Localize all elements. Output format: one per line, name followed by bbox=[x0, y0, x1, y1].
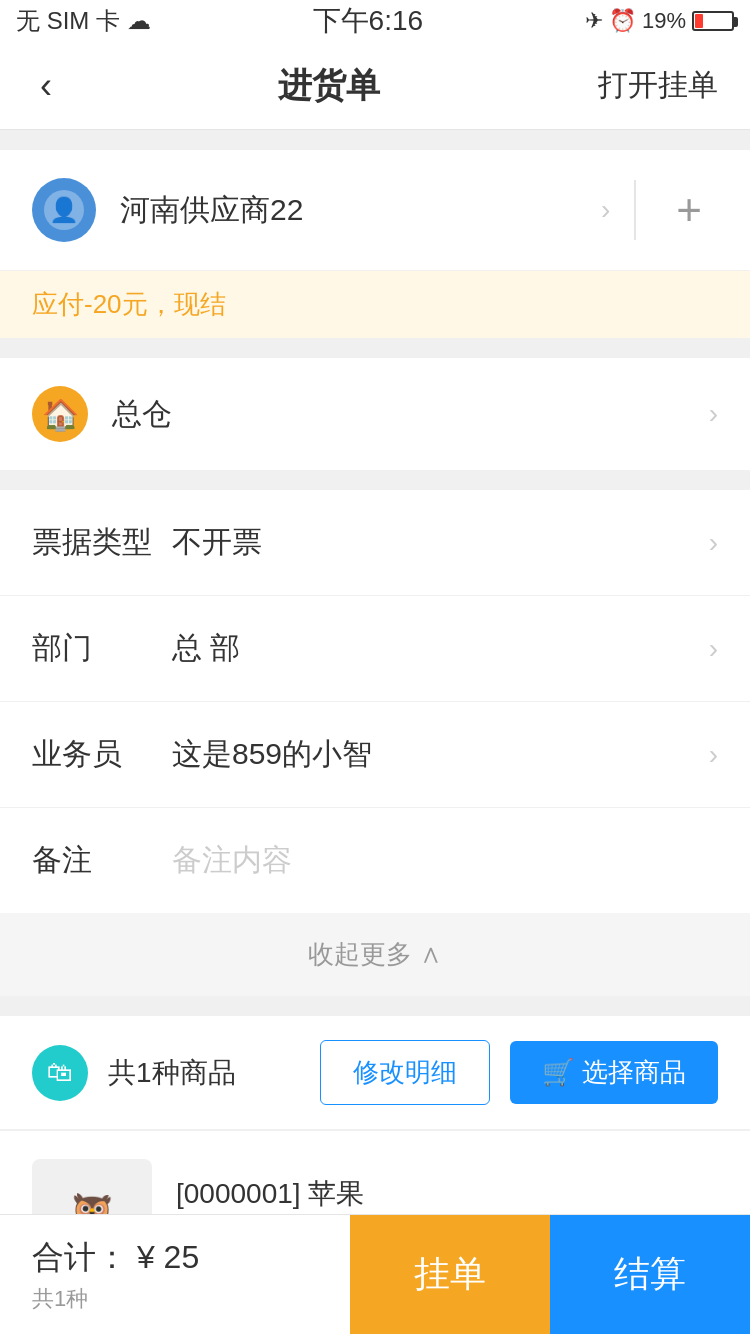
select-product-label: 选择商品 bbox=[582, 1055, 686, 1090]
page-title: 进货单 bbox=[278, 63, 380, 109]
select-product-button[interactable]: 🛒 选择商品 bbox=[510, 1041, 718, 1104]
battery-icon bbox=[692, 11, 734, 31]
product-code: [0000001] bbox=[176, 1178, 308, 1209]
products-icon: 🛍 bbox=[32, 1045, 88, 1101]
remark-row[interactable]: 备注 备注内容 bbox=[0, 808, 750, 913]
hang-button[interactable]: 挂单 bbox=[350, 1215, 550, 1335]
battery-percent: 19% bbox=[642, 8, 686, 34]
notice-bar: 应付-20元，现结 bbox=[0, 271, 750, 338]
nav-bar: ‹ 进货单 打开挂单 bbox=[0, 42, 750, 130]
ticket-type-value: 不开票 bbox=[172, 522, 709, 563]
salesperson-chevron-icon: › bbox=[709, 739, 718, 771]
total-value: ¥ 25 bbox=[137, 1239, 199, 1275]
department-row[interactable]: 部门 总 部 › bbox=[0, 596, 750, 702]
edit-detail-button[interactable]: 修改明细 bbox=[320, 1040, 490, 1105]
sim-status: 无 SIM 卡 ☁ bbox=[16, 5, 151, 37]
warehouse-chevron-icon: › bbox=[709, 398, 718, 430]
form-section: 票据类型 不开票 › 部门 总 部 › 业务员 这是859的小智 › 备注 备注… bbox=[0, 490, 750, 913]
remark-label: 备注 bbox=[32, 840, 172, 881]
salesperson-value: 这是859的小智 bbox=[172, 734, 709, 775]
ticket-type-chevron-icon: › bbox=[709, 527, 718, 559]
back-button[interactable]: ‹ bbox=[32, 57, 60, 115]
supplier-divider bbox=[634, 180, 636, 240]
remark-input[interactable]: 备注内容 bbox=[172, 840, 718, 881]
cart-icon: 🛒 bbox=[542, 1057, 574, 1088]
status-time: 下午6:16 bbox=[313, 2, 424, 40]
bottom-bar: 合计： ¥ 25 共1种 挂单 结算 bbox=[0, 1214, 750, 1334]
product-name: [0000001] 苹果 bbox=[176, 1175, 648, 1213]
products-count: 共1种商品 bbox=[108, 1054, 300, 1092]
bottom-total: 合计： ¥ 25 共1种 bbox=[0, 1236, 350, 1314]
collapse-label: 收起更多 ∧ bbox=[308, 939, 441, 969]
department-label: 部门 bbox=[32, 628, 172, 669]
checkout-button[interactable]: 结算 bbox=[550, 1215, 750, 1335]
warehouse-name: 总仓 bbox=[112, 394, 709, 435]
battery-fill bbox=[695, 14, 703, 28]
open-hang-button[interactable]: 打开挂单 bbox=[598, 65, 718, 106]
department-chevron-icon: › bbox=[709, 633, 718, 665]
ticket-type-label: 票据类型 bbox=[32, 522, 172, 563]
status-left: 无 SIM 卡 ☁ bbox=[16, 5, 151, 37]
notice-text: 应付-20元，现结 bbox=[32, 289, 226, 319]
supplier-chevron-icon: › bbox=[601, 194, 610, 226]
salesperson-row[interactable]: 业务员 这是859的小智 › bbox=[0, 702, 750, 808]
products-header: 🛍 共1种商品 修改明细 🛒 选择商品 bbox=[0, 1016, 750, 1129]
location-icon: ✈ bbox=[585, 8, 603, 34]
warehouse-icon: 🏠 bbox=[32, 386, 88, 442]
collapse-bar[interactable]: 收起更多 ∧ bbox=[0, 913, 750, 996]
supplier-section: 👤 河南供应商22 › + 应付-20元，现结 bbox=[0, 150, 750, 338]
add-supplier-button[interactable]: + bbox=[660, 181, 718, 239]
section-gap-1 bbox=[0, 130, 750, 150]
supplier-name: 河南供应商22 bbox=[120, 190, 601, 231]
status-bar: 无 SIM 卡 ☁ 下午6:16 ✈ ⏰ 19% bbox=[0, 0, 750, 42]
total-label: 合计： bbox=[32, 1239, 128, 1275]
warehouse-row[interactable]: 🏠 总仓 › bbox=[0, 358, 750, 470]
supplier-avatar-inner: 👤 bbox=[44, 190, 84, 230]
salesperson-label: 业务员 bbox=[32, 734, 172, 775]
total-amount: 合计： ¥ 25 bbox=[32, 1236, 318, 1280]
total-count: 共1种 bbox=[32, 1284, 318, 1314]
product-title: 苹果 bbox=[308, 1178, 364, 1209]
status-right: ✈ ⏰ 19% bbox=[585, 8, 734, 34]
department-value: 总 部 bbox=[172, 628, 709, 669]
warehouse-section[interactable]: 🏠 总仓 › bbox=[0, 358, 750, 470]
ticket-type-row[interactable]: 票据类型 不开票 › bbox=[0, 490, 750, 596]
supplier-avatar: 👤 bbox=[32, 178, 96, 242]
supplier-row[interactable]: 👤 河南供应商22 › + bbox=[0, 150, 750, 271]
alarm-icon: ⏰ bbox=[609, 8, 636, 34]
